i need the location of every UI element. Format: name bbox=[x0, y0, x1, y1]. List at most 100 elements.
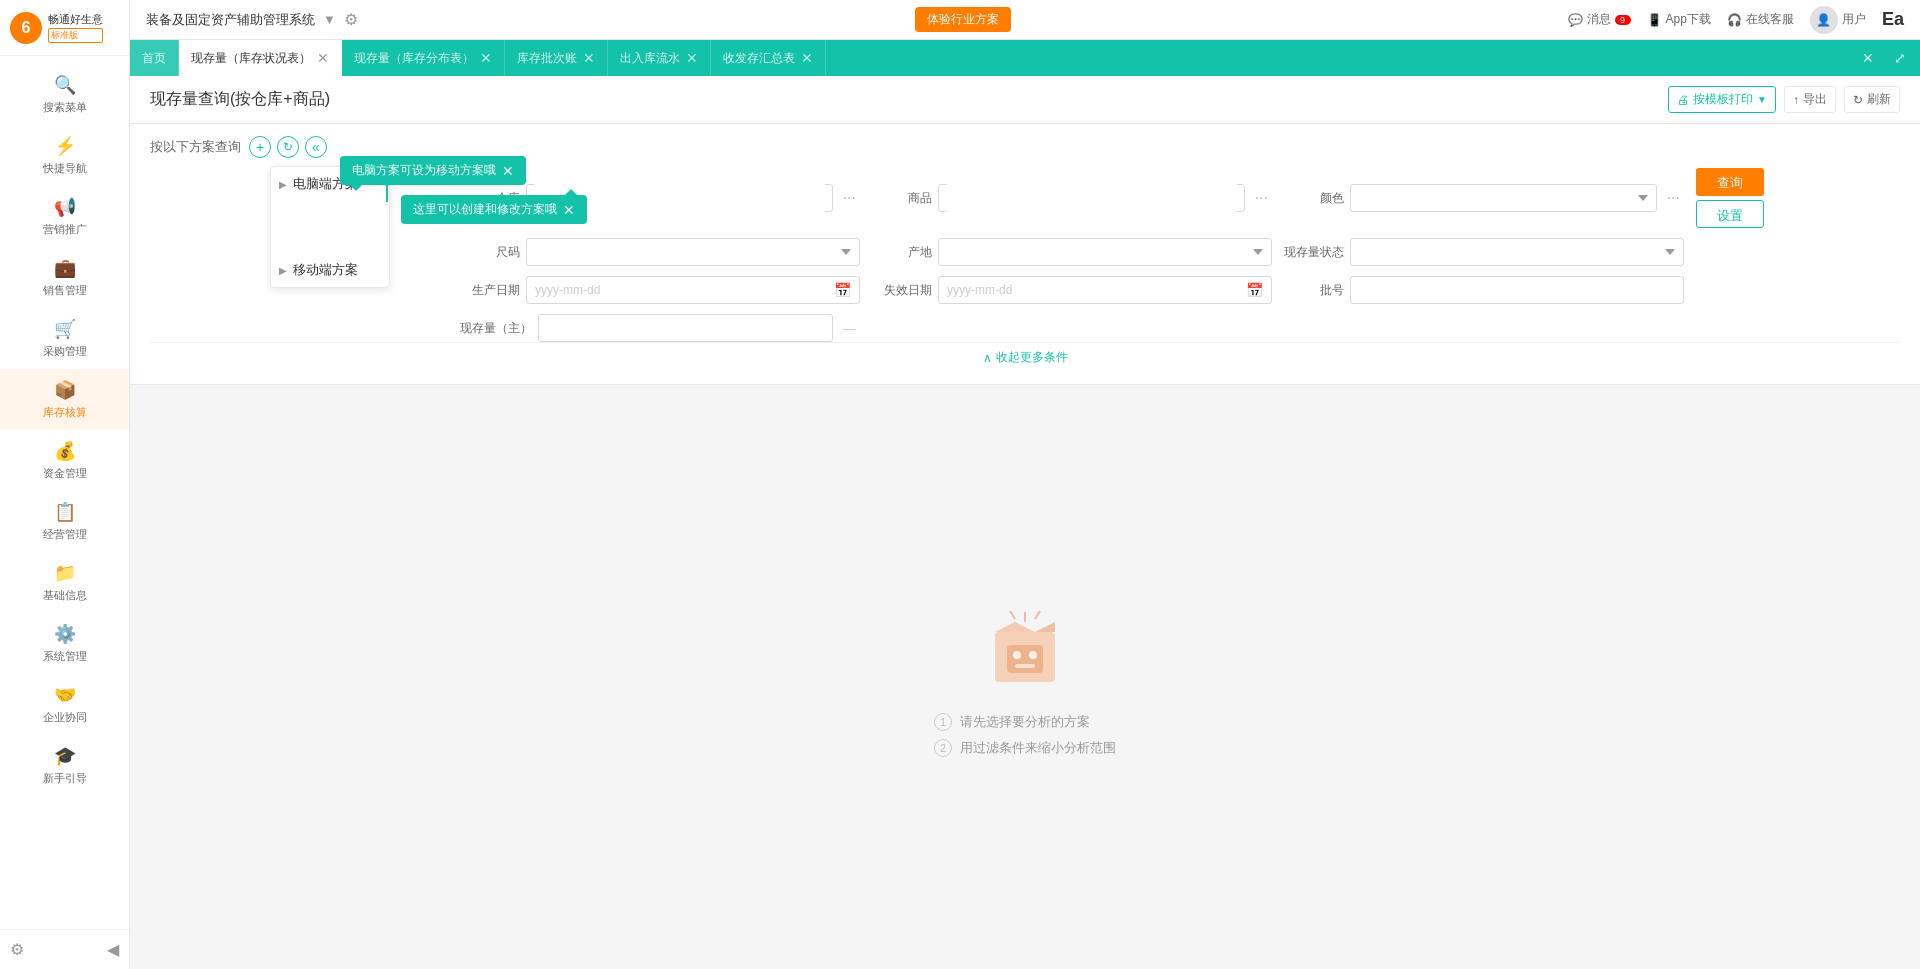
logo-badge: 标准版 bbox=[48, 28, 103, 43]
export-btn-label: 导出 bbox=[1803, 91, 1827, 108]
query-btn[interactable]: 查询 bbox=[1696, 168, 1764, 196]
messages-btn[interactable]: 💬 消息 9 bbox=[1568, 11, 1631, 28]
sidebar-item-enterprise[interactable]: 🤝 企业协同 bbox=[0, 674, 129, 735]
sidebar-item-guide[interactable]: 🎓 新手引导 bbox=[0, 735, 129, 796]
print-btn[interactable]: 🖨 按模板打印 ▼ bbox=[1668, 86, 1776, 113]
sidebar-item-sales[interactable]: 💼 销售管理 bbox=[0, 247, 129, 308]
sales-icon: 💼 bbox=[54, 257, 76, 279]
tab-in-out-flow-close[interactable]: ✕ bbox=[686, 50, 698, 66]
logo-text: 畅通好生意 bbox=[48, 12, 103, 26]
system-title-dropdown-icon[interactable]: ▼ bbox=[323, 12, 336, 27]
sidebar-item-sales-label: 销售管理 bbox=[43, 283, 87, 298]
sidebar-item-stock[interactable]: 📦 库存核算 bbox=[0, 369, 129, 430]
filter-scheme-area: + ↻ « bbox=[249, 136, 327, 158]
svg-rect-1 bbox=[1007, 645, 1043, 673]
scheme-tooltip-1: 电脑方案可设为移动方案哦 ✕ bbox=[340, 156, 526, 185]
tab-stock-status-close[interactable]: ✕ bbox=[317, 50, 329, 66]
filter-field-color: 颜色 ··· bbox=[1284, 184, 1684, 212]
messages-label: 消息 bbox=[1587, 11, 1611, 28]
collapse-bar[interactable]: ∧ 收起更多条件 bbox=[150, 342, 1900, 372]
expire-date-label: 失效日期 bbox=[872, 282, 932, 299]
export-icon: ↑ bbox=[1793, 93, 1799, 107]
finance-icon: 💰 bbox=[54, 440, 76, 462]
print-dropdown-icon: ▼ bbox=[1757, 94, 1767, 105]
sidebar-item-purchase[interactable]: 🛒 采购管理 bbox=[0, 308, 129, 369]
filter-back-btn[interactable]: « bbox=[305, 136, 327, 158]
user-menu[interactable]: 👤 用户 bbox=[1810, 6, 1866, 34]
expire-date-start[interactable]: yyyy-mm-dd 📅 bbox=[938, 276, 1272, 304]
export-btn[interactable]: ↑ 导出 bbox=[1784, 86, 1836, 113]
refresh-btn[interactable]: ↻ 刷新 bbox=[1844, 86, 1900, 113]
sidebar-item-finance[interactable]: 💰 资金管理 bbox=[0, 430, 129, 491]
stock-status-select[interactable] bbox=[1350, 238, 1684, 266]
svg-line-7 bbox=[1010, 611, 1015, 619]
quick-nav-icon: ⚡ bbox=[54, 135, 76, 157]
filter-label: 按以下方案查询 bbox=[150, 138, 241, 156]
collapse-sidebar-icon[interactable]: ◀ bbox=[107, 940, 119, 959]
size-select[interactable] bbox=[526, 238, 860, 266]
sidebar-item-stock-label: 库存核算 bbox=[43, 405, 87, 420]
sidebar-item-operations-label: 经营管理 bbox=[43, 527, 87, 542]
tab-receive-summary-close[interactable]: ✕ bbox=[801, 50, 813, 66]
industry-btn[interactable]: 体验行业方案 bbox=[915, 7, 1011, 32]
produce-date-label: 生产日期 bbox=[460, 282, 520, 299]
main-content: 装备及固定资产辅助管理系统 ▼ ⚙ 体验行业方案 💬 消息 9 📱 App下载 … bbox=[130, 0, 1920, 969]
sidebar-item-search[interactable]: 🔍 搜索菜单 bbox=[0, 64, 129, 125]
filter-row-2: 尺码 产地 现存量状态 bbox=[460, 238, 1900, 266]
sidebar-item-system[interactable]: ⚙️ 系统管理 bbox=[0, 613, 129, 674]
reset-btn[interactable]: 设置 bbox=[1696, 200, 1764, 228]
filter-field-goods: 商品 ··· bbox=[872, 184, 1272, 212]
goods-dots[interactable]: ··· bbox=[1255, 189, 1268, 207]
filter-header: 按以下方案查询 + ↻ « 电脑方案可设为移动方案哦 ✕ bbox=[150, 136, 1900, 158]
filter-field-batch: 批号 bbox=[1284, 276, 1684, 304]
filter-refresh-btn[interactable]: ↻ bbox=[277, 136, 299, 158]
tab-expand-btn[interactable]: ⤢ bbox=[1888, 46, 1912, 70]
produce-date-placeholder: yyyy-mm-dd bbox=[535, 283, 600, 297]
app-download-btn[interactable]: 📱 App下载 bbox=[1647, 11, 1711, 28]
tab-batch-account[interactable]: 库存批次账 ✕ bbox=[505, 40, 608, 76]
tab-stock-dist-close[interactable]: ✕ bbox=[480, 50, 492, 66]
sidebar-item-marketing-label: 营销推广 bbox=[43, 222, 87, 237]
tab-stock-dist[interactable]: 现存量（库存分布表） ✕ bbox=[342, 40, 505, 76]
filter-add-btn[interactable]: + bbox=[249, 136, 271, 158]
tab-home[interactable]: 首页 bbox=[130, 40, 179, 76]
tab-close-all-btn[interactable]: ✕ bbox=[1856, 46, 1880, 70]
system-icon: ⚙️ bbox=[54, 623, 76, 645]
app-download-label: App下载 bbox=[1666, 11, 1711, 28]
tooltip2-text: 这里可以创建和修改方案哦 bbox=[413, 201, 557, 218]
filter-row-1: 仓库 ··· 商品 ··· bbox=[460, 168, 1900, 228]
color-select[interactable] bbox=[1350, 184, 1657, 212]
empty-area: 1 请先选择要分析的方案 2 用过滤条件来缩小分析范围 bbox=[130, 385, 1920, 969]
color-dots[interactable]: ··· bbox=[1667, 189, 1680, 207]
tooltip1-close-btn[interactable]: ✕ bbox=[502, 163, 514, 179]
sidebar-item-basic[interactable]: 📁 基础信息 bbox=[0, 552, 129, 613]
batch-input[interactable] bbox=[1350, 276, 1684, 304]
expire-date-placeholder: yyyy-mm-dd bbox=[947, 283, 1012, 297]
tooltip2-close-btn[interactable]: ✕ bbox=[563, 202, 575, 218]
tabbar: 首页 现存量（库存状况表） ✕ 现存量（库存分布表） ✕ 库存批次账 ✕ 出入库… bbox=[130, 40, 1920, 76]
settings-btn[interactable]: ⚙ bbox=[344, 10, 358, 29]
online-service-btn[interactable]: 🎧 在线客服 bbox=[1727, 11, 1794, 28]
online-service-label: 在线客服 bbox=[1746, 11, 1794, 28]
sidebar-item-marketing[interactable]: 📢 营销推广 bbox=[0, 186, 129, 247]
sidebar-item-quick-nav[interactable]: ⚡ 快捷导航 bbox=[0, 125, 129, 186]
marketing-icon: 📢 bbox=[54, 196, 76, 218]
tab-in-out-flow[interactable]: 出入库流水 ✕ bbox=[608, 40, 711, 76]
svg-point-3 bbox=[1029, 651, 1037, 659]
tab-stock-status[interactable]: 现存量（库存状况表） ✕ bbox=[179, 40, 342, 76]
tab-receive-summary[interactable]: 收发存汇总表 ✕ bbox=[711, 40, 826, 76]
sidebar-item-operations[interactable]: 📋 经营管理 bbox=[0, 491, 129, 552]
settings-icon[interactable]: ⚙ bbox=[10, 940, 24, 959]
warehouse-dots[interactable]: ··· bbox=[843, 189, 856, 207]
produce-date-start[interactable]: yyyy-mm-dd 📅 bbox=[526, 276, 860, 304]
headset-icon: 🎧 bbox=[1727, 13, 1742, 27]
topbar-right: 💬 消息 9 📱 App下载 🎧 在线客服 👤 用户 Ea bbox=[1568, 6, 1904, 34]
tab-batch-account-close[interactable]: ✕ bbox=[583, 50, 595, 66]
stock-main-start[interactable] bbox=[538, 314, 833, 342]
filter-field-expire-date: 失效日期 yyyy-mm-dd 📅 bbox=[872, 276, 1272, 304]
app-logo: 6 畅通好生意 标准版 bbox=[0, 0, 129, 56]
scheme-mobile-item[interactable]: ▶ 移动端方案 bbox=[271, 257, 389, 283]
goods-input[interactable] bbox=[945, 184, 1238, 212]
origin-select[interactable] bbox=[938, 238, 1272, 266]
topbar: 装备及固定资产辅助管理系统 ▼ ⚙ 体验行业方案 💬 消息 9 📱 App下载 … bbox=[130, 0, 1920, 40]
